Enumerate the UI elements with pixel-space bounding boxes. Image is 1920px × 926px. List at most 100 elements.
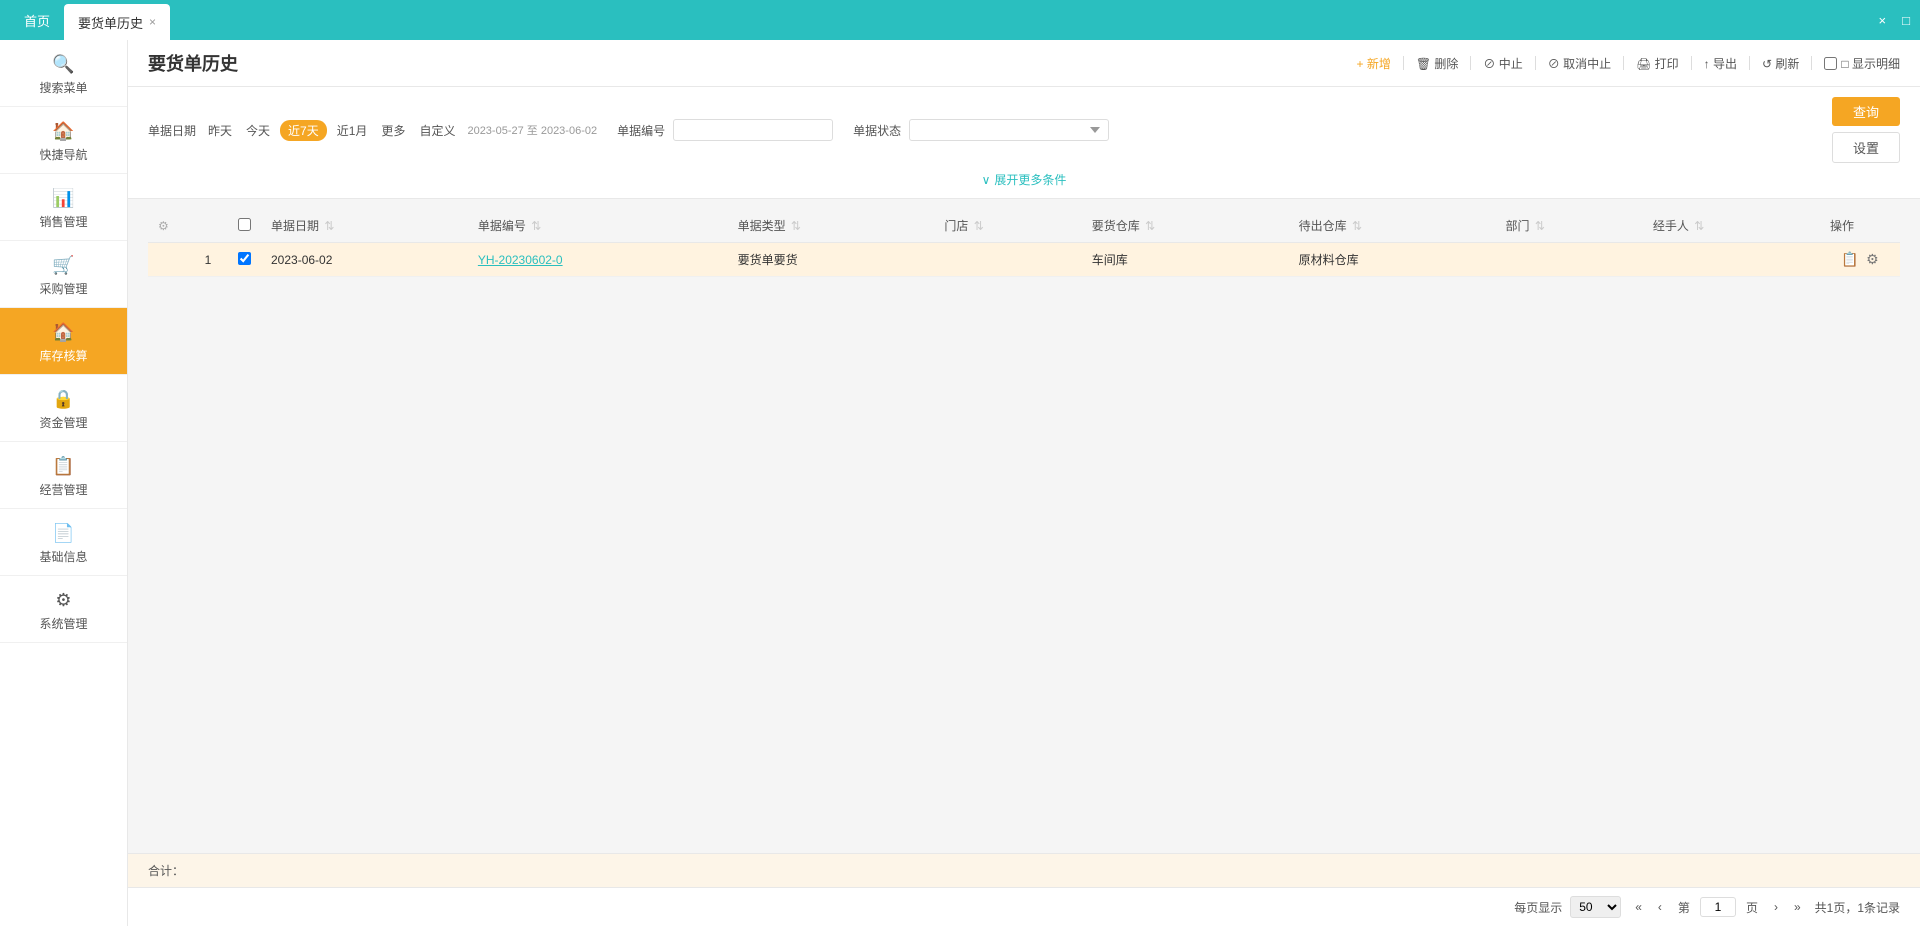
export-button[interactable]: ↑ 导出 [1704, 55, 1737, 72]
sidebar-item-finance[interactable]: 🔒 资金管理 [0, 375, 127, 442]
first-page-btn[interactable]: « [1629, 898, 1648, 916]
setting-button[interactable]: 设置 [1832, 132, 1900, 163]
cancel-stop-button[interactable]: ⊘ 取消中止 [1548, 55, 1611, 72]
date-last7days-btn[interactable]: 近7天 [280, 120, 327, 141]
row-delete-icon[interactable]: ⚙ [1866, 251, 1879, 267]
date-today-btn[interactable]: 今天 [242, 120, 274, 141]
page-input[interactable] [1700, 897, 1736, 917]
row-department [1495, 243, 1642, 277]
window-maximize-btn[interactable]: □ [1902, 13, 1910, 28]
divider6 [1749, 56, 1750, 70]
th-checkbox [228, 209, 261, 243]
print-button[interactable]: 🖨 打印 [1636, 55, 1679, 72]
date-yesterday-btn[interactable]: 昨天 [204, 120, 236, 141]
prev-page-btn[interactable]: ‹ [1652, 898, 1668, 916]
th-doc-no[interactable]: 单据编号 ⇅ [468, 209, 728, 243]
row-doc-date: 2023-06-02 [261, 243, 468, 277]
tab-history[interactable]: 要货单历史 × [64, 4, 170, 40]
divider4 [1623, 56, 1624, 70]
date-range-display: 2023-05-27 至 2023-06-02 [467, 122, 597, 138]
filter-row: 单据日期 昨天 今天 近7天 近1月 更多 自定义 2023-05-27 至 2… [148, 97, 1900, 163]
top-bar-right: × □ [1879, 13, 1910, 28]
row-ops-cell: 📋 ⚙ [1820, 243, 1900, 277]
divider3 [1535, 56, 1536, 70]
date-more-btn[interactable]: 更多 [377, 120, 409, 141]
sidebar-item-quick-nav[interactable]: 🏠 快捷导航 [0, 107, 127, 174]
row-checkbox[interactable] [238, 252, 251, 265]
table-footer: 合计： [128, 853, 1920, 887]
stop-button[interactable]: ⊘ 中止 [1483, 55, 1522, 72]
refresh-button[interactable]: ↺ 刷新 [1762, 55, 1799, 72]
sidebar-item-system-mgmt[interactable]: ⚙ 系统管理 [0, 576, 127, 643]
divider5 [1691, 56, 1692, 70]
filter-bar: 单据日期 昨天 今天 近7天 近1月 更多 自定义 2023-05-27 至 2… [128, 87, 1920, 199]
th-department[interactable]: 部门 ⇅ [1495, 209, 1642, 243]
sidebar-item-search-menu[interactable]: 🔍 搜索菜单 [0, 40, 127, 107]
sort-pend-warehouse-icon: ⇅ [1352, 219, 1362, 233]
docno-input[interactable] [673, 119, 833, 141]
per-page-select[interactable]: 50 10 20 100 [1570, 896, 1621, 918]
quick-nav-icon: 🏠 [52, 121, 74, 142]
sidebar-item-inventory[interactable]: 🏠 库存核算 [0, 308, 127, 375]
data-table: ⚙ 单据日期 ⇅ 单据编号 ⇅ [148, 209, 1900, 277]
new-button[interactable]: + 新增 [1356, 55, 1390, 72]
page-title: 要货单历史 [148, 50, 238, 76]
th-settings: ⚙ [148, 209, 188, 243]
table-body: 1 2023-06-02 YH-20230602-0 要货单要货 车间库 原材料… [148, 243, 1900, 277]
status-filter-label: 单据状态 [853, 122, 901, 139]
sort-req-warehouse-icon: ⇅ [1145, 219, 1155, 233]
divider7 [1811, 56, 1812, 70]
query-button[interactable]: 查询 [1832, 97, 1900, 126]
divider1 [1403, 56, 1404, 70]
expand-more-btn[interactable]: ∨ 展开更多条件 [148, 171, 1900, 188]
sort-store-icon: ⇅ [974, 219, 984, 233]
row-doc-no-link[interactable]: YH-20230602-0 [478, 253, 563, 267]
sidebar-item-operations[interactable]: 📋 经营管理 [0, 442, 127, 509]
display-cell-checkbox[interactable] [1824, 57, 1837, 70]
sidebar-item-purchase-mgmt[interactable]: 🛒 采购管理 [0, 241, 127, 308]
row-store [934, 243, 1081, 277]
page-label-pre: 第 [1672, 897, 1696, 918]
next-page-btn[interactable]: › [1768, 898, 1784, 916]
docno-filter-label: 单据编号 [617, 122, 665, 139]
th-pend-warehouse[interactable]: 待出仓库 ⇅ [1289, 209, 1496, 243]
page-nav: « ‹ 第 页 › » [1629, 897, 1806, 918]
last-page-btn[interactable]: » [1788, 898, 1807, 916]
sort-doc-type-icon: ⇅ [791, 219, 801, 233]
finance-icon: 🔒 [52, 389, 74, 410]
status-select[interactable] [909, 119, 1109, 141]
row-settings-cell [148, 243, 188, 277]
th-store[interactable]: 门店 ⇅ [934, 209, 1081, 243]
date-last1month-btn[interactable]: 近1月 [333, 120, 372, 141]
date-filter-label: 单据日期 [148, 122, 196, 139]
th-ops: 操作 [1820, 209, 1900, 243]
page-label-post: 页 [1740, 897, 1764, 918]
action-buttons: 查询 设置 [1832, 97, 1900, 163]
th-doc-date[interactable]: 单据日期 ⇅ [261, 209, 468, 243]
system-mgmt-icon: ⚙ [55, 590, 71, 611]
table-settings-icon[interactable]: ⚙ [158, 219, 169, 233]
row-pend-warehouse: 原材料仓库 [1289, 243, 1496, 277]
tab-close-icon[interactable]: × [149, 15, 156, 29]
row-edit-icon[interactable]: 📋 [1841, 251, 1858, 267]
sidebar-item-sales-mgmt[interactable]: 📊 销售管理 [0, 174, 127, 241]
status-filter-group: 单据状态 [853, 119, 1109, 141]
sidebar-item-basic-info[interactable]: 📄 基础信息 [0, 509, 127, 576]
th-doc-type[interactable]: 单据类型 ⇅ [728, 209, 935, 243]
date-filter-group: 单据日期 昨天 今天 近7天 近1月 更多 自定义 2023-05-27 至 2… [148, 120, 597, 141]
sort-doc-date-icon: ⇅ [324, 219, 334, 233]
delete-button[interactable]: 🗑 删除 [1416, 55, 1459, 72]
sort-handler-icon: ⇅ [1694, 219, 1704, 233]
table-area: ⚙ 单据日期 ⇅ 单据编号 ⇅ [128, 199, 1920, 853]
tab-home[interactable]: 首页 [10, 0, 64, 40]
table-row: 1 2023-06-02 YH-20230602-0 要货单要货 车间库 原材料… [148, 243, 1900, 277]
date-custom-btn[interactable]: 自定义 [415, 120, 459, 141]
operations-icon: 📋 [52, 456, 74, 477]
th-handler[interactable]: 经手人 ⇅ [1643, 209, 1820, 243]
main-layout: 🔍 搜索菜单 🏠 快捷导航 📊 销售管理 🛒 采购管理 🏠 库存核算 🔒 资金管… [0, 40, 1920, 926]
th-req-warehouse[interactable]: 要货仓库 ⇅ [1082, 209, 1289, 243]
window-close-btn[interactable]: × [1879, 13, 1887, 28]
select-all-checkbox[interactable] [238, 218, 251, 231]
th-num [188, 209, 228, 243]
display-cell-button[interactable]: □ 显示明细 [1824, 55, 1900, 72]
